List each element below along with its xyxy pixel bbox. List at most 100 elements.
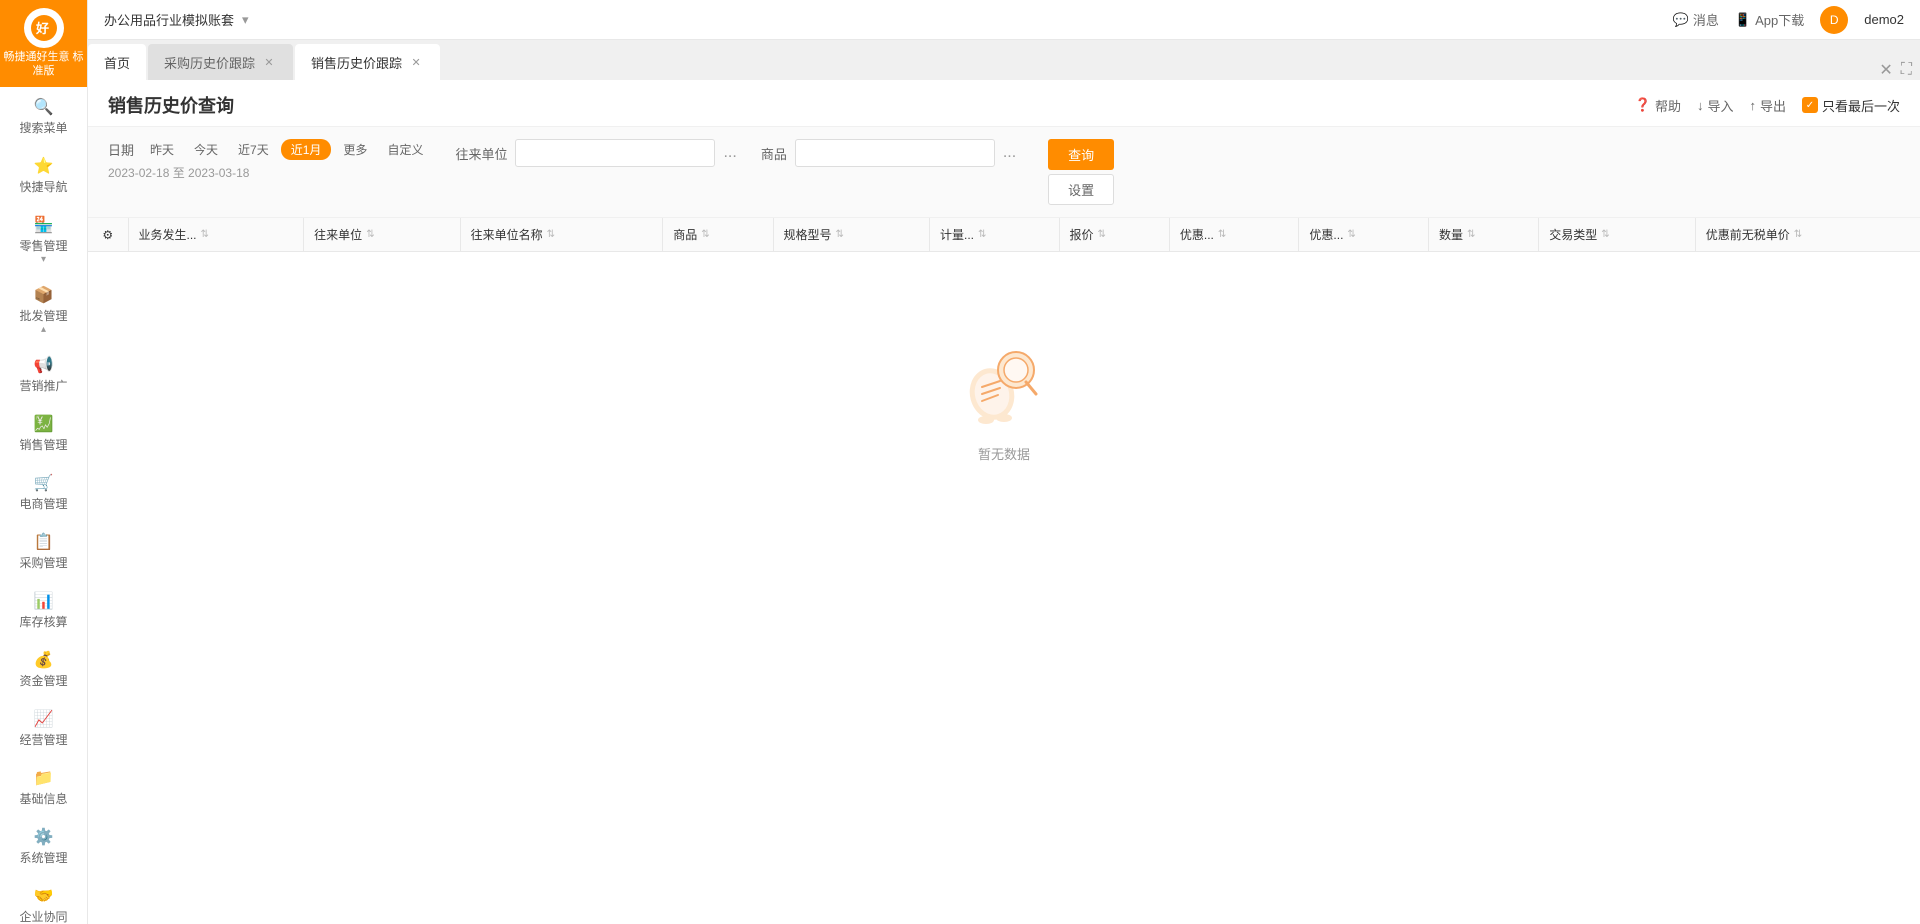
sidebar-item-label: 经营管理 (19, 731, 67, 748)
goods-label: 商品 (761, 144, 787, 163)
finance-icon: 💰 (34, 650, 54, 670)
th-discount2[interactable]: 优惠... ⇅ (1299, 218, 1429, 252)
main-area: 办公用品行业模拟账套 ▾ 💬 消息 📱 App下载 D demo2 首页 采购历… (88, 0, 1920, 924)
sidebar-item-operations[interactable]: 📈 经营管理 (0, 699, 87, 758)
sidebar-item-label: 批发管理 (19, 307, 67, 324)
goods-input[interactable] (795, 139, 995, 167)
date-filter-inline: 日期 昨天 今天 近7天 近1月 更多 自定义 (108, 139, 431, 160)
query-button[interactable]: 查询 (1048, 139, 1114, 170)
search-icon: 🔍 (34, 97, 54, 117)
sort-icon: ⇅ (1467, 229, 1475, 240)
tab-home-label: 首页 (104, 53, 130, 72)
empty-text: 暂无数据 (978, 444, 1030, 463)
th-qty[interactable]: 数量 ⇅ (1428, 218, 1538, 252)
empty-icon (954, 332, 1054, 432)
checkbox-icon: ✓ (1802, 97, 1818, 113)
user-avatar[interactable]: D (1820, 6, 1848, 34)
th-trade-type[interactable]: 交易类型 ⇅ (1539, 218, 1695, 252)
app-download-button[interactable]: 📱 App下载 (1735, 10, 1804, 29)
user-name[interactable]: demo2 (1864, 12, 1904, 27)
unit-dots-icon[interactable]: ... (723, 144, 736, 162)
th-biz-date[interactable]: 业务发生... ⇅ (128, 218, 304, 252)
import-button[interactable]: ↓ 导入 (1697, 96, 1734, 115)
export-icon: ↑ (1749, 98, 1756, 113)
goods-dots-icon[interactable]: ... (1003, 144, 1016, 162)
sort-icon: ⇅ (1347, 229, 1355, 240)
help-button[interactable]: ❓ 帮助 (1635, 96, 1681, 115)
sidebar-item-label: 系统管理 (19, 849, 67, 866)
th-unit[interactable]: 计量... ⇅ (929, 218, 1059, 252)
tab-close-all-icon[interactable]: ✕ (1879, 60, 1892, 80)
marketing-icon: 📢 (34, 355, 54, 375)
tab-sales-close[interactable]: ✕ (408, 54, 424, 70)
only-last-checkbox-label[interactable]: ✓ 只看最后一次 (1802, 96, 1900, 115)
date-btn-7days[interactable]: 近7天 (230, 139, 277, 160)
date-btn-more[interactable]: 更多 (335, 139, 375, 160)
date-btn-today[interactable]: 今天 (186, 139, 226, 160)
message-icon: 💬 (1673, 12, 1689, 28)
logo-icon: 好 (24, 8, 64, 48)
sidebar-item-label: 资金管理 (19, 672, 67, 689)
tab-fullscreen-icon[interactable]: ⛶ (1901, 61, 1912, 79)
date-options: 昨天 今天 近7天 近1月 更多 自定义 (142, 139, 431, 160)
sort-icon: ⇅ (1794, 229, 1802, 240)
retail-icon: 🏪 (34, 215, 54, 235)
sort-icon: ⇅ (547, 229, 555, 240)
date-filter-col: 日期 昨天 今天 近7天 近1月 更多 自定义 2023-02-18 至 202… (108, 139, 431, 181)
sidebar-item-search[interactable]: 🔍 搜索菜单 (0, 87, 87, 146)
sidebar-item-marketing[interactable]: 📢 营销推广 (0, 345, 87, 404)
th-discount1[interactable]: 优惠... ⇅ (1169, 218, 1299, 252)
logo-area[interactable]: 好 畅捷通好生意 标准版 (0, 0, 87, 87)
th-goods[interactable]: 商品 ⇅ (663, 218, 773, 252)
tab-purchase[interactable]: 采购历史价跟踪 ✕ (148, 44, 293, 80)
top-header: 办公用品行业模拟账套 ▾ 💬 消息 📱 App下载 D demo2 (88, 0, 1920, 40)
header-title: 办公用品行业模拟账套 (104, 10, 234, 29)
sidebar-item-label: 电商管理 (19, 495, 67, 512)
date-btn-custom[interactable]: 自定义 (379, 139, 431, 160)
date-btn-1month[interactable]: 近1月 (281, 139, 332, 160)
sidebar-item-system[interactable]: ⚙️ 系统管理 (0, 817, 87, 876)
coop-icon: 🤝 (34, 886, 54, 906)
message-button[interactable]: 💬 消息 (1673, 10, 1719, 29)
unit-label: 往来单位 (455, 144, 507, 163)
settings-button[interactable]: 设置 (1048, 174, 1114, 205)
th-unit-code[interactable]: 往来单位 ⇅ (304, 218, 460, 252)
th-pre-tax-price[interactable]: 优惠前无税单价 ⇅ (1695, 218, 1920, 252)
sidebar-item-purchase-mgr[interactable]: 📋 采购管理 (0, 522, 87, 581)
sidebar-item-finance[interactable]: 💰 资金管理 (0, 640, 87, 699)
header-dropdown-icon[interactable]: ▾ (242, 12, 249, 28)
operations-icon: 📈 (34, 709, 54, 729)
download-icon: 📱 (1735, 12, 1751, 28)
th-unit-name[interactable]: 往来单位名称 ⇅ (460, 218, 663, 252)
empty-state: 暂无数据 (88, 252, 1920, 543)
th-gear[interactable]: ⚙ (88, 218, 128, 252)
sidebar-item-label: 零售管理 (19, 237, 67, 254)
goods-filter-col: 商品 ... (761, 139, 1016, 167)
tab-purchase-close[interactable]: ✕ (261, 54, 277, 70)
tab-sales[interactable]: 销售历史价跟踪 ✕ (295, 44, 440, 80)
th-spec[interactable]: 规格型号 ⇅ (773, 218, 929, 252)
sort-icon: ⇅ (701, 229, 709, 240)
basics-icon: 📁 (34, 768, 54, 788)
sidebar-item-shortcut[interactable]: ⭐ 快捷导航 (0, 146, 87, 205)
chevron-up-icon: ▴ (41, 324, 46, 335)
sidebar-item-sales-mgr[interactable]: 💹 销售管理 (0, 404, 87, 463)
sidebar-item-wholesale[interactable]: 📦 批发管理 ▴ (0, 275, 87, 345)
export-button[interactable]: ↑ 导出 (1749, 96, 1786, 115)
date-range-display: 2023-02-18 至 2023-03-18 (108, 164, 431, 181)
sidebar-item-retail[interactable]: 🏪 零售管理 ▾ (0, 205, 87, 275)
sidebar-item-label: 快捷导航 (19, 178, 67, 195)
th-price[interactable]: 报价 ⇅ (1059, 218, 1169, 252)
sidebar-item-ecommerce[interactable]: 🛒 电商管理 (0, 463, 87, 522)
sidebar-item-label: 企业协同 (19, 908, 67, 924)
sidebar-item-label: 搜索菜单 (19, 119, 67, 136)
sidebar-item-basics[interactable]: 📁 基础信息 (0, 758, 87, 817)
sidebar: 好 畅捷通好生意 标准版 🔍 搜索菜单 ⭐ 快捷导航 🏪 零售管理 ▾ 📦 批发… (0, 0, 88, 924)
filter-row-1: 日期 昨天 今天 近7天 近1月 更多 自定义 2023-02-18 至 202… (108, 139, 1114, 205)
unit-input[interactable] (515, 139, 715, 167)
sidebar-item-coop[interactable]: 🤝 企业协同 (0, 876, 87, 924)
sidebar-item-inventory[interactable]: 📊 库存核算 (0, 581, 87, 640)
table-area: ⚙ 业务发生... ⇅ 往来单位 ⇅ (88, 218, 1920, 924)
date-btn-yesterday[interactable]: 昨天 (142, 139, 182, 160)
tab-home[interactable]: 首页 (88, 44, 146, 80)
